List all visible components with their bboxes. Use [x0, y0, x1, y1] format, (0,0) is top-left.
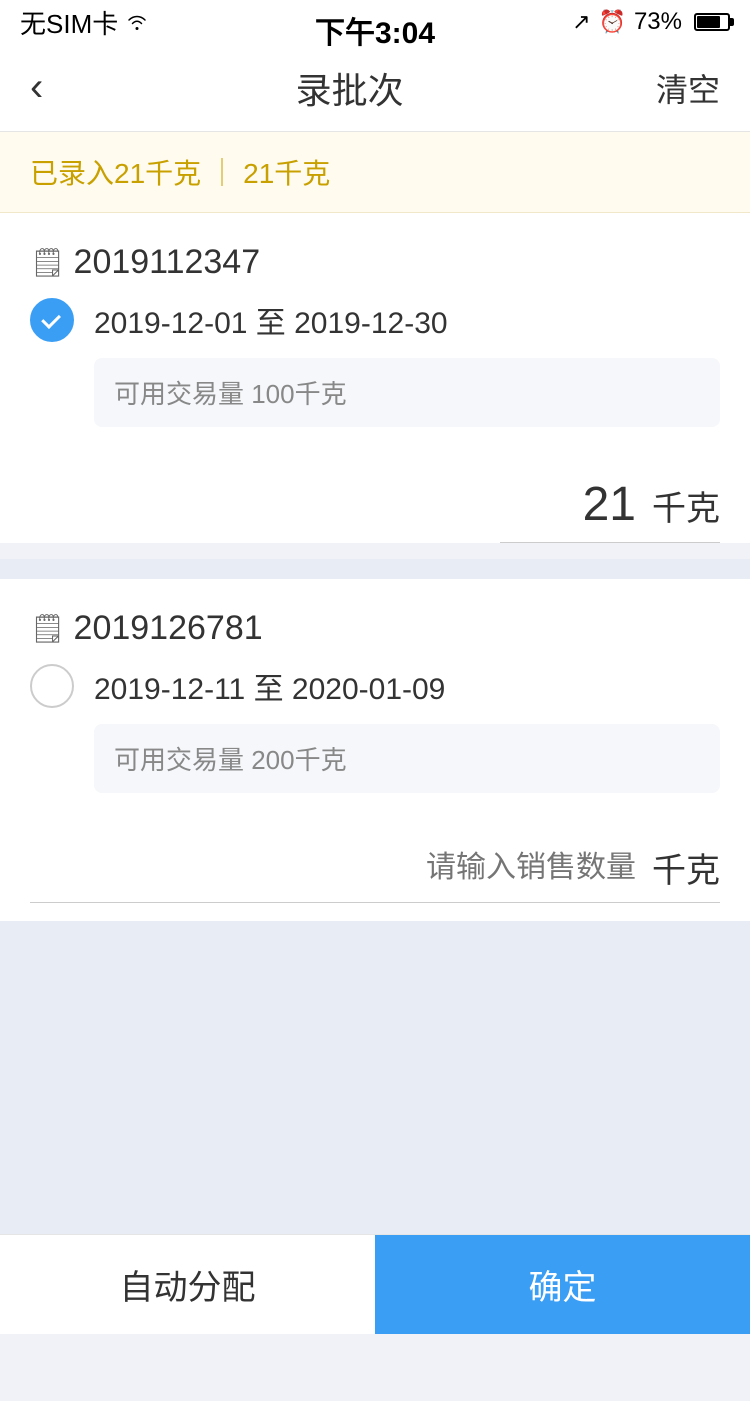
batch1-amount-value: 21: [583, 477, 636, 532]
status-indicators: ↗ ⏰ 73%: [572, 8, 730, 36]
status-time: 下午3:04: [315, 8, 435, 52]
batch1-row: 2019-12-01 至 2019-12-30: [30, 298, 720, 342]
clear-button[interactable]: 清空: [656, 65, 720, 111]
status-carrier: 无SIM卡: [20, 4, 148, 41]
auto-distribute-button[interactable]: 自动分配: [0, 1235, 375, 1334]
sale-quantity-input[interactable]: [30, 851, 636, 885]
nav-bar: ‹ 录批次 清空: [0, 44, 750, 132]
section-separator: [0, 559, 750, 579]
wifi-icon: [126, 14, 148, 30]
total-amount: 21千克: [243, 152, 330, 192]
bottom-bar: 自动分配 确定: [0, 1234, 750, 1334]
batch1-amount-unit: 千克: [652, 481, 720, 530]
batch1-date-range: 2019-12-01 至 2019-12-30: [94, 298, 448, 342]
batch2-input-row: 千克: [30, 833, 720, 902]
batch1-available: 可用交易量 100千克: [94, 358, 720, 427]
batch1-icon: 🗒: [30, 246, 66, 279]
confirm-button[interactable]: 确定: [375, 1235, 750, 1334]
banner-divider: [221, 158, 223, 186]
batch1-underline: [500, 542, 720, 543]
location-icon: ↗: [572, 9, 590, 35]
battery-icon: [694, 13, 730, 31]
batch1-amount-row: 21 千克: [30, 467, 720, 542]
status-bar: 无SIM卡 下午3:04 ↗ ⏰ 73%: [0, 0, 750, 44]
batch2-unit: 千克: [652, 843, 720, 892]
page-title: 录批次: [296, 62, 404, 114]
batch2-available: 可用交易量 200千克: [94, 724, 720, 793]
batch2-date-range: 2019-12-11 至 2020-01-09: [94, 664, 445, 708]
batch1-header: 🗒 2019112347: [30, 243, 720, 282]
batch2-row: 2019-12-11 至 2020-01-09: [30, 664, 720, 708]
batch2-header: 🗒 2019126781: [30, 609, 720, 648]
batch2-icon: 🗒: [30, 612, 66, 645]
recorded-amount: 已录入21千克: [30, 152, 201, 192]
info-banner: 已录入21千克 21千克: [0, 132, 750, 213]
batch2-radio[interactable]: [30, 664, 74, 708]
alarm-icon: ⏰: [599, 9, 626, 35]
back-button[interactable]: ‹: [30, 65, 43, 110]
batch1-id: 2019112347: [74, 243, 261, 282]
batch2-input-section: 千克: [0, 833, 750, 921]
batch1-radio[interactable]: [30, 298, 74, 342]
batch2-underline: [30, 902, 720, 903]
batch2-card: 🗒 2019126781 2019-12-11 至 2020-01-09 可用交…: [0, 579, 750, 833]
batch1-amount-section: 21 千克: [0, 467, 750, 543]
batch1-card: 🗒 2019112347 2019-12-01 至 2019-12-30 可用交…: [0, 213, 750, 467]
batch2-id: 2019126781: [74, 609, 263, 648]
